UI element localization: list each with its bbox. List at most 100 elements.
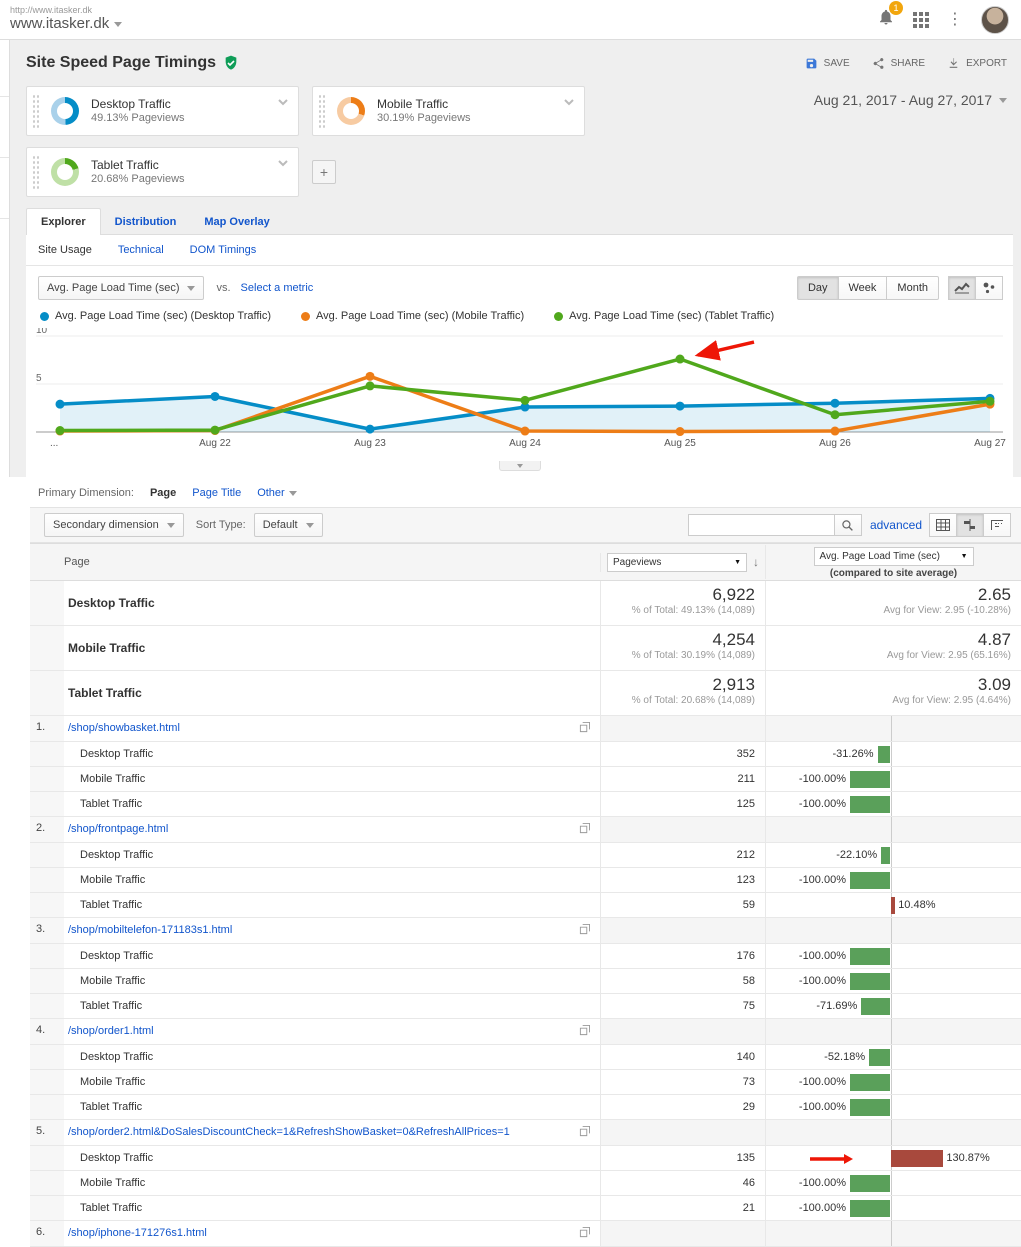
compared-to-site-average-label: (compared to site average): [829, 568, 958, 579]
open-page-button[interactable]: [579, 823, 590, 837]
open-page-button[interactable]: [579, 722, 590, 736]
open-page-button[interactable]: [579, 1025, 590, 1039]
svg-text:10: 10: [36, 328, 48, 336]
avg-load-column-select[interactable]: Avg. Page Load Time (sec) ▼: [813, 547, 974, 566]
tab-distribution[interactable]: Distribution: [101, 209, 191, 235]
drag-handle-icon[interactable]: [32, 94, 39, 128]
primary-dimension-other[interactable]: Other: [257, 487, 297, 499]
page-link[interactable]: /shop/showbasket.html: [64, 716, 180, 734]
pageviews-value: 58: [600, 969, 765, 993]
page-link[interactable]: /shop/mobiltelefon-171183s1.html: [64, 918, 232, 936]
table-row: Tablet Traffic 125 -100.00%: [30, 792, 1021, 817]
bar-axis-line: [891, 1045, 892, 1069]
date-range-selector[interactable]: Aug 21, 2017 - Aug 27, 2017: [814, 92, 1007, 108]
data-table-view-button[interactable]: [929, 513, 957, 537]
page-link[interactable]: /shop/frontpage.html: [64, 817, 168, 835]
segment-name: Tablet Traffic: [91, 157, 159, 172]
shield-check-icon: [225, 55, 237, 70]
table-row: Desktop Traffic 140 -52.18%: [30, 1045, 1021, 1070]
avatar[interactable]: [981, 5, 1009, 34]
chevron-down-icon[interactable]: [562, 95, 576, 109]
primary-dimension-page-title[interactable]: Page Title: [192, 487, 241, 499]
motion-chart-icon: [983, 282, 995, 294]
notifications-button[interactable]: 1: [877, 1, 903, 31]
subtab-dom-timings[interactable]: DOM Timings: [190, 244, 257, 256]
add-segment-button[interactable]: +: [312, 160, 336, 184]
granularity-month[interactable]: Month: [886, 276, 939, 300]
export-button[interactable]: EXPORT: [947, 57, 1007, 70]
segment-card-mobile[interactable]: Mobile Traffic 30.19% Pageviews: [312, 86, 585, 136]
line-chart-view-button[interactable]: [948, 276, 976, 300]
segment-row-name: Mobile Traffic: [80, 1076, 146, 1088]
pageviews-value: 123: [600, 868, 765, 892]
comparison-view-button[interactable]: [956, 513, 984, 537]
chevron-down-icon[interactable]: [276, 95, 290, 109]
avg-load-value: 3.09: [977, 675, 1011, 694]
sort-direction-icon[interactable]: ↓: [753, 555, 759, 569]
segment-card-tablet[interactable]: Tablet Traffic 20.68% Pageviews: [26, 147, 299, 197]
segment-card-desktop[interactable]: Desktop Traffic 49.13% Pageviews: [26, 86, 299, 136]
motion-chart-view-button[interactable]: [975, 276, 1003, 300]
chart-expand-handle[interactable]: [498, 461, 541, 471]
save-button[interactable]: SAVE: [805, 57, 850, 70]
subtab-technical[interactable]: Technical: [118, 244, 164, 256]
granularity-day[interactable]: Day: [796, 276, 839, 300]
comparison-view-icon: [964, 519, 975, 531]
kebab-menu-icon[interactable]: ⋮: [947, 11, 963, 27]
left-rail: [0, 40, 10, 477]
svg-text:Aug 27: Aug 27: [974, 438, 1006, 449]
table-row: Mobile Traffic 46 -100.00%: [30, 1171, 1021, 1196]
table-row: Desktop Traffic 352 -31.26%: [30, 742, 1021, 767]
pageviews-value: 211: [600, 767, 765, 791]
bar-axis-line: [891, 716, 892, 741]
share-button[interactable]: SHARE: [872, 57, 925, 70]
table-row: Tablet Traffic 29 -100.00%: [30, 1095, 1021, 1120]
page-link[interactable]: /shop/order2.html&DoSalesDiscountCheck=1…: [64, 1120, 510, 1138]
open-page-button[interactable]: [579, 1227, 590, 1241]
granularity-week[interactable]: Week: [837, 276, 888, 300]
column-header-page[interactable]: Page: [64, 556, 600, 568]
bar-axis-line: [891, 1120, 892, 1145]
search-button[interactable]: [833, 514, 862, 536]
metric-select[interactable]: Avg. Page Load Time (sec): [38, 276, 205, 300]
sort-type-select[interactable]: Default: [253, 513, 323, 537]
primary-dimension-page[interactable]: Page: [150, 487, 176, 499]
page-link[interactable]: /shop/iphone-171276s1.html: [64, 1221, 207, 1239]
property-block[interactable]: http://www.itasker.dk www.itasker.dk: [10, 5, 123, 33]
open-in-new-icon: [579, 823, 590, 834]
advanced-link[interactable]: advanced: [870, 518, 922, 532]
legend-label: Avg. Page Load Time (sec) (Tablet Traffi…: [569, 310, 775, 322]
pageviews-value: 73: [600, 1070, 765, 1094]
chevron-down-icon: [114, 21, 123, 27]
secondary-dimension-select[interactable]: Secondary dimension: [44, 513, 184, 537]
comparison-bar: [850, 872, 890, 889]
open-in-new-icon: [579, 1126, 590, 1137]
legend-item: Avg. Page Load Time (sec) (Mobile Traffi…: [301, 310, 524, 322]
comparison-value: -71.69%: [816, 1000, 858, 1012]
row-index: 6.: [30, 1221, 64, 1246]
open-page-button[interactable]: [579, 1126, 590, 1140]
segment-detail: 20.68% Pageviews: [91, 172, 185, 185]
comparison-bar: [850, 973, 890, 990]
select-a-metric-link[interactable]: Select a metric: [241, 282, 314, 294]
search-input[interactable]: [687, 514, 834, 536]
pageviews-value: 46: [600, 1171, 765, 1195]
pageviews-column-select[interactable]: Pageviews ▼: [607, 552, 747, 572]
open-page-button[interactable]: [579, 924, 590, 938]
tab-explorer[interactable]: Explorer: [26, 208, 101, 235]
subtab-site-usage[interactable]: Site Usage: [38, 244, 92, 256]
tab-map-overlay[interactable]: Map Overlay: [190, 209, 283, 235]
drag-handle-icon[interactable]: [318, 94, 325, 128]
comparison-value: -100.00%: [798, 1177, 846, 1189]
legend-dot-icon: [554, 311, 564, 321]
property-name[interactable]: www.itasker.dk: [10, 16, 109, 33]
apps-grid-icon[interactable]: [913, 11, 929, 28]
pivot-view-button[interactable]: [983, 513, 1011, 537]
page-link[interactable]: /shop/order1.html: [64, 1019, 154, 1037]
chevron-down-icon[interactable]: [276, 156, 290, 170]
chevron-down-icon: [166, 522, 175, 528]
table-groups: 1./shop/showbasket.html Desktop Traffic 35…: [30, 716, 1021, 1247]
segment-row-name: Desktop Traffic: [80, 849, 154, 861]
segment-name: Mobile Traffic: [377, 96, 449, 111]
drag-handle-icon[interactable]: [32, 155, 39, 189]
